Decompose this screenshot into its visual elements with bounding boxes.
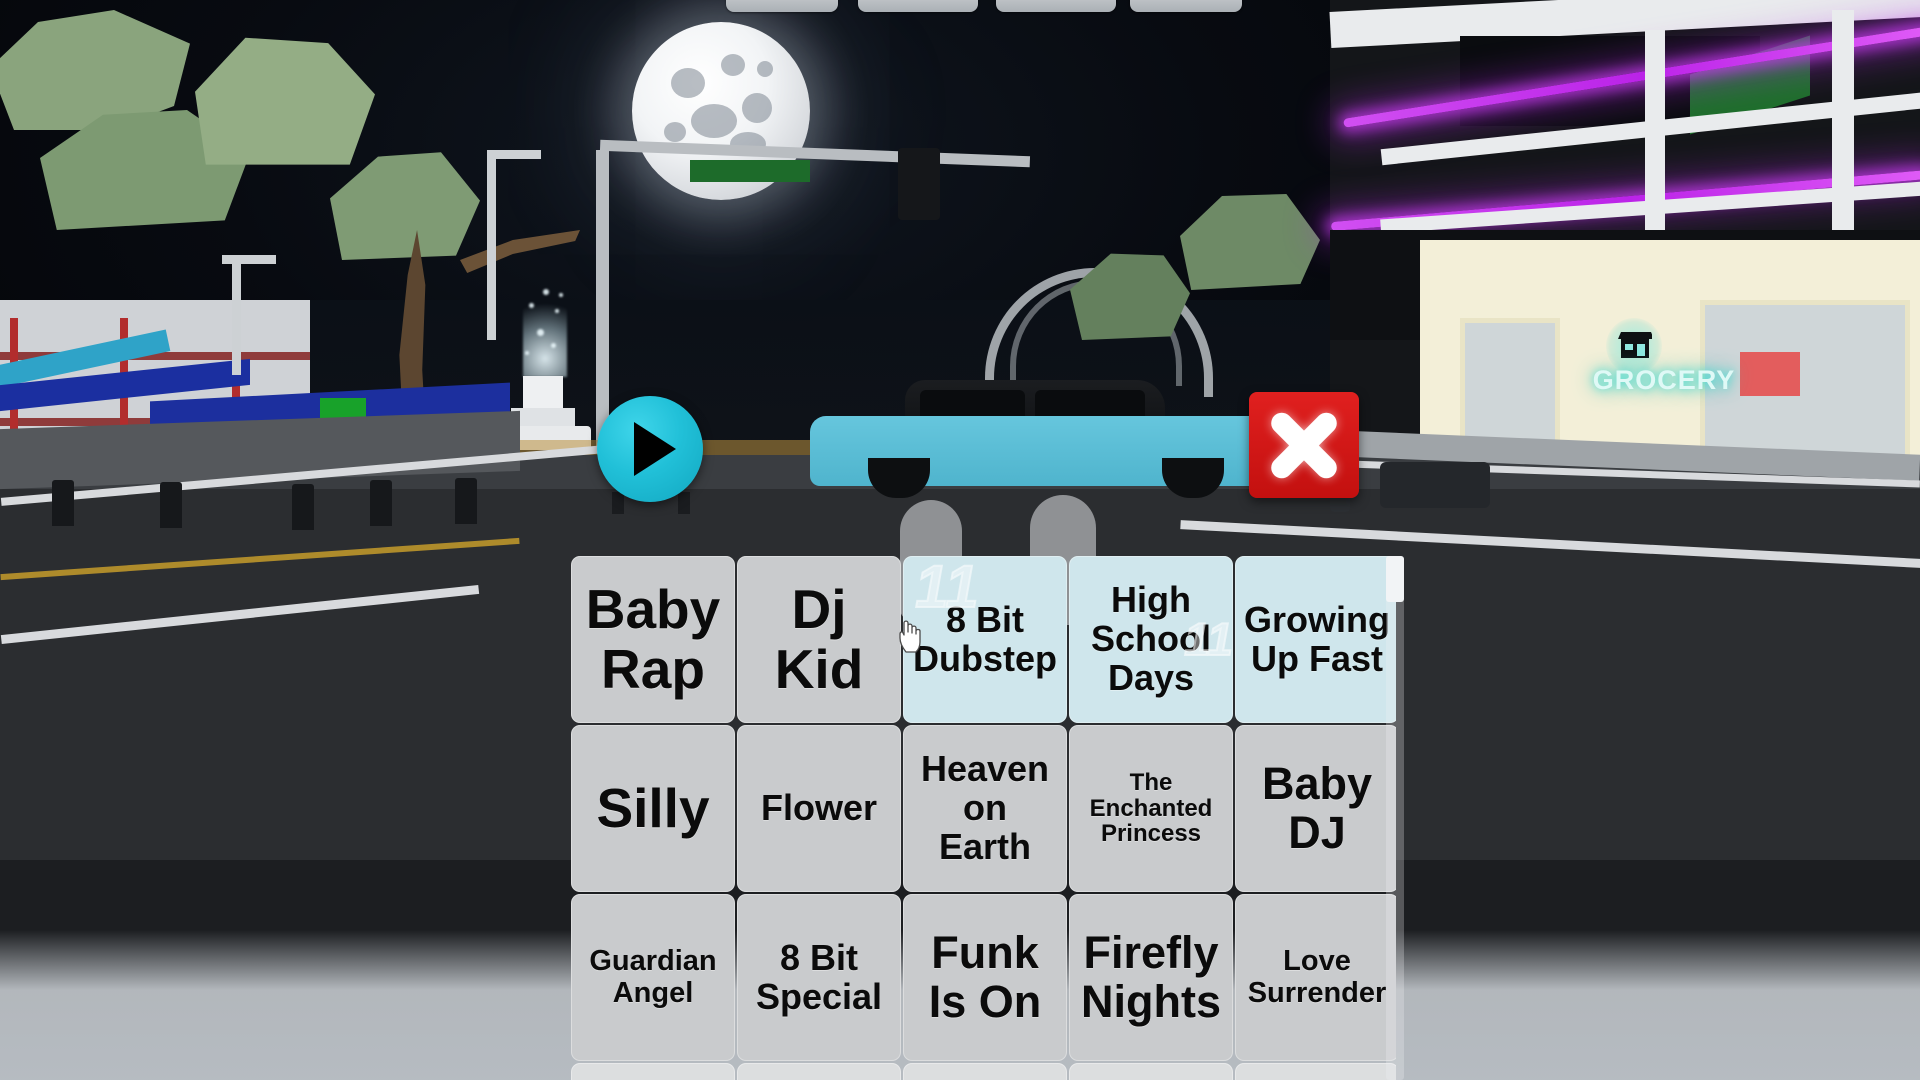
street-lamp-pole: [487, 150, 496, 340]
street-lamp-pole: [232, 255, 241, 375]
song-cell-empty[interactable]: [1235, 1063, 1396, 1080]
traffic-light-box: [898, 148, 940, 220]
building-column: [1645, 30, 1665, 250]
bollard: [292, 484, 314, 530]
fountain-spray: [523, 285, 567, 377]
song-cell-empty[interactable]: [1069, 1063, 1233, 1080]
song-cell[interactable]: Baby DJ: [1235, 725, 1396, 892]
song-title: Dj Kid: [774, 578, 864, 700]
bollard: [160, 482, 182, 528]
song-cell[interactable]: Heaven on Earth: [903, 725, 1067, 892]
song-title: 8 Bit Dubstep: [913, 598, 1057, 679]
song-cell[interactable]: 8 Bit Dubstep: [903, 556, 1067, 723]
song-title: Love Surrender: [1247, 945, 1387, 1009]
song-title: High School Days: [1090, 579, 1211, 698]
song-cell[interactable]: Dj Kid: [737, 556, 901, 723]
street-sign-green: [690, 160, 810, 182]
song-title: Baby DJ: [1261, 757, 1373, 858]
game-screen: GROCERY Baby Rap Dj Kid 8 Bit Dubstep Hi…: [0, 0, 1920, 1080]
top-tab-2[interactable]: [858, 0, 978, 12]
song-cell[interactable]: Silly: [571, 725, 735, 892]
song-cell[interactable]: High School Days: [1069, 556, 1233, 723]
street-lamp-head: [487, 150, 541, 159]
close-button[interactable]: [1249, 392, 1359, 498]
building-column: [1832, 10, 1854, 250]
street-lamp-head: [222, 255, 276, 264]
store-icon: [1618, 332, 1652, 358]
song-cell[interactable]: Growing Up Fast: [1235, 556, 1396, 723]
play-icon: [634, 422, 676, 476]
song-title: The Enchanted Princess: [1089, 768, 1213, 848]
song-grid-scrollbar-thumb[interactable]: [1386, 556, 1404, 602]
song-cell[interactable]: Love Surrender: [1235, 894, 1396, 1061]
bollard: [52, 480, 74, 526]
song-title: Baby Rap: [585, 578, 721, 700]
top-tab-3[interactable]: [996, 0, 1116, 12]
song-cell[interactable]: Funk Is On: [903, 894, 1067, 1061]
top-tab-4[interactable]: [1130, 0, 1242, 12]
song-title: Silly: [596, 776, 710, 839]
bollard: [455, 478, 477, 524]
bollard: [370, 480, 392, 526]
play-button[interactable]: [597, 396, 703, 502]
song-title: Flower: [760, 787, 877, 829]
song-cell-empty[interactable]: [903, 1063, 1067, 1080]
song-title: Growing Up Fast: [1244, 598, 1390, 679]
song-cell-empty[interactable]: [737, 1063, 901, 1080]
song-grid: Baby Rap Dj Kid 8 Bit Dubstep High School Days Gr…: [571, 556, 1396, 1080]
traffic-light-pole: [596, 150, 609, 450]
song-cell[interactable]: Baby Rap: [571, 556, 735, 723]
top-tab-bar: [0, 0, 1920, 18]
music-picker-panel: Baby Rap Dj Kid 8 Bit Dubstep High School Days Gr…: [571, 556, 1396, 1080]
song-title: Guardian Angel: [589, 945, 717, 1009]
song-cell[interactable]: The Enchanted Princess: [1069, 725, 1233, 892]
top-tab-1[interactable]: [726, 0, 838, 12]
player-car: [810, 380, 1280, 498]
song-grid-scrollbar-track[interactable]: [1386, 556, 1404, 1080]
song-cell[interactable]: Guardian Angel: [571, 894, 735, 1061]
song-title: Heaven on Earth: [920, 748, 1050, 867]
song-title: Funk Is On: [928, 926, 1042, 1027]
song-title: Firefly Nights: [1081, 926, 1221, 1027]
golf-cart: [1380, 462, 1490, 508]
song-cell[interactable]: 8 Bit Special: [737, 894, 901, 1061]
grocery-sign-text: GROCERY: [1592, 365, 1736, 395]
close-icon: [1262, 403, 1346, 487]
song-cell[interactable]: Flower: [737, 725, 901, 892]
song-cell[interactable]: Firefly Nights: [1069, 894, 1233, 1061]
song-cell-empty[interactable]: [571, 1063, 735, 1080]
song-title: 8 Bit Special: [755, 936, 883, 1017]
